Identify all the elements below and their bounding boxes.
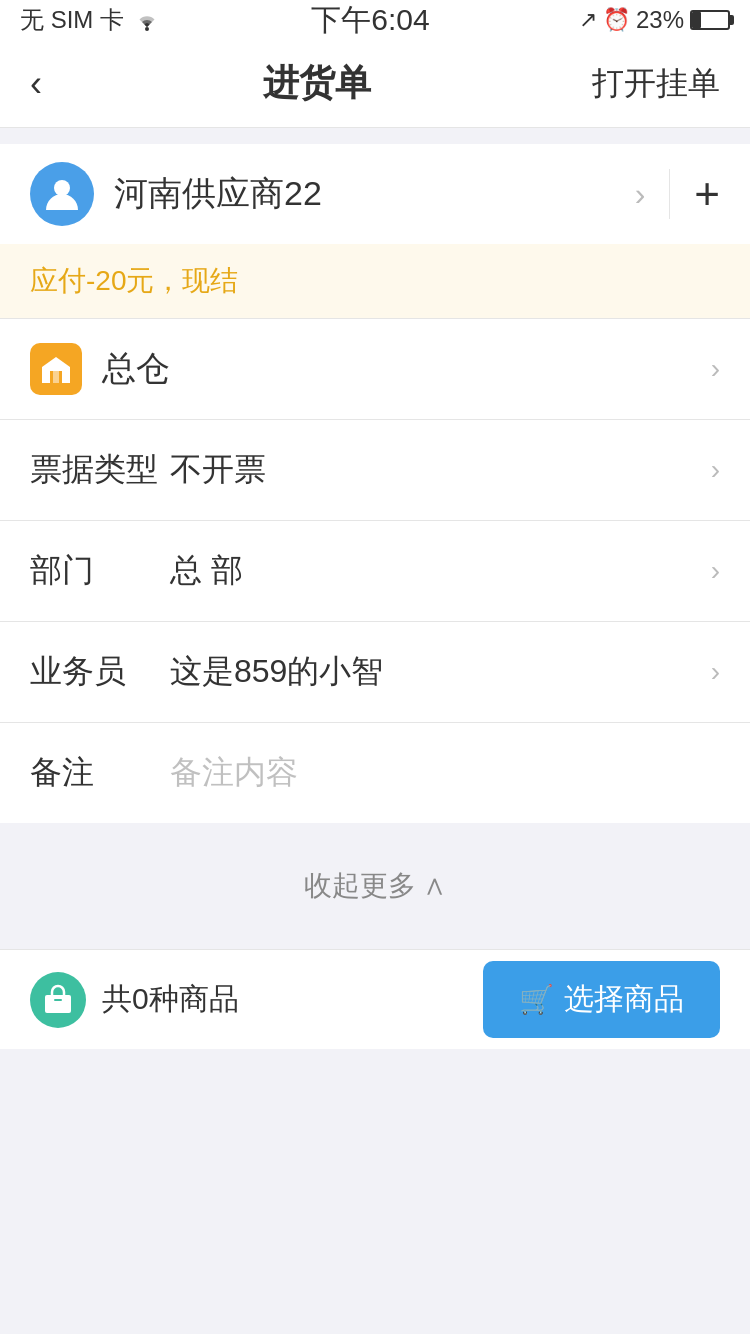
- person-icon: [42, 174, 82, 214]
- invoice-type-value: 不开票: [170, 448, 711, 492]
- department-label: 部门: [30, 549, 170, 593]
- supplier-name: 河南供应商22: [114, 171, 635, 217]
- top-divider: [0, 128, 750, 144]
- bottom-divider: [0, 933, 750, 949]
- invoice-type-row[interactable]: 票据类型 不开票 ›: [0, 420, 750, 520]
- page-title: 进货单: [263, 59, 371, 108]
- back-button[interactable]: ‹: [30, 63, 42, 105]
- battery-percent: 23%: [636, 6, 684, 34]
- location-icon: ↗: [579, 7, 597, 33]
- product-count-label: 共0种商品: [102, 979, 483, 1020]
- add-button[interactable]: +: [694, 169, 720, 219]
- department-chevron: ›: [711, 555, 720, 587]
- alarm-icon: ⏰: [603, 7, 630, 33]
- collapse-label: 收起更多 ∧: [304, 867, 447, 905]
- supplier-chevron-icon: ›: [635, 176, 646, 213]
- salesperson-row[interactable]: 业务员 这是859的小智 ›: [0, 622, 750, 722]
- notice-text: 应付-20元，现结: [30, 265, 238, 296]
- svg-rect-3: [53, 371, 59, 383]
- remark-label: 备注: [30, 751, 170, 795]
- svg-point-0: [145, 27, 149, 31]
- svg-rect-4: [45, 995, 71, 1013]
- wifi-icon: [132, 9, 162, 31]
- notice-bar: 应付-20元，现结: [0, 244, 750, 318]
- shopping-bag-icon: [41, 983, 75, 1017]
- supplier-avatar: [30, 162, 94, 226]
- select-product-icon: 🛒: [519, 983, 554, 1016]
- nav-bar: ‹ 进货单 打开挂单: [0, 40, 750, 128]
- select-product-label: 选择商品: [564, 979, 684, 1020]
- remark-placeholder: 备注内容: [170, 751, 720, 795]
- svg-point-1: [54, 180, 70, 196]
- invoice-type-chevron: ›: [711, 454, 720, 486]
- select-product-button[interactable]: 🛒 选择商品: [483, 961, 720, 1038]
- open-pending-button[interactable]: 打开挂单: [592, 62, 720, 106]
- department-value: 总 部: [170, 549, 711, 593]
- remark-row[interactable]: 备注 备注内容: [0, 723, 750, 823]
- bottom-bar: 共0种商品 🛒 选择商品: [0, 949, 750, 1049]
- warehouse-name: 总仓: [102, 346, 711, 392]
- carrier-label: 无 SIM 卡: [20, 4, 124, 36]
- battery-icon: [690, 10, 730, 30]
- collapse-row[interactable]: 收起更多 ∧: [0, 839, 750, 933]
- supplier-section[interactable]: 河南供应商22 › +: [0, 144, 750, 244]
- status-right: ↗ ⏰ 23%: [579, 6, 730, 34]
- warehouse-building-icon: [40, 353, 72, 385]
- warehouse-chevron-icon: ›: [711, 353, 720, 385]
- supplier-divider: [669, 169, 670, 219]
- svg-rect-5: [54, 999, 62, 1001]
- salesperson-chevron: ›: [711, 656, 720, 688]
- status-bar: 无 SIM 卡 下午6:04 ↗ ⏰ 23%: [0, 0, 750, 40]
- product-icon-bg: [30, 972, 86, 1028]
- middle-divider: [0, 823, 750, 839]
- salesperson-label: 业务员: [30, 650, 170, 694]
- invoice-type-label: 票据类型: [30, 448, 170, 492]
- warehouse-row[interactable]: 总仓 ›: [0, 319, 750, 419]
- warehouse-icon-bg: [30, 343, 82, 395]
- department-row[interactable]: 部门 总 部 ›: [0, 521, 750, 621]
- status-time: 下午6:04: [311, 0, 429, 41]
- salesperson-value: 这是859的小智: [170, 650, 711, 694]
- status-left: 无 SIM 卡: [20, 4, 162, 36]
